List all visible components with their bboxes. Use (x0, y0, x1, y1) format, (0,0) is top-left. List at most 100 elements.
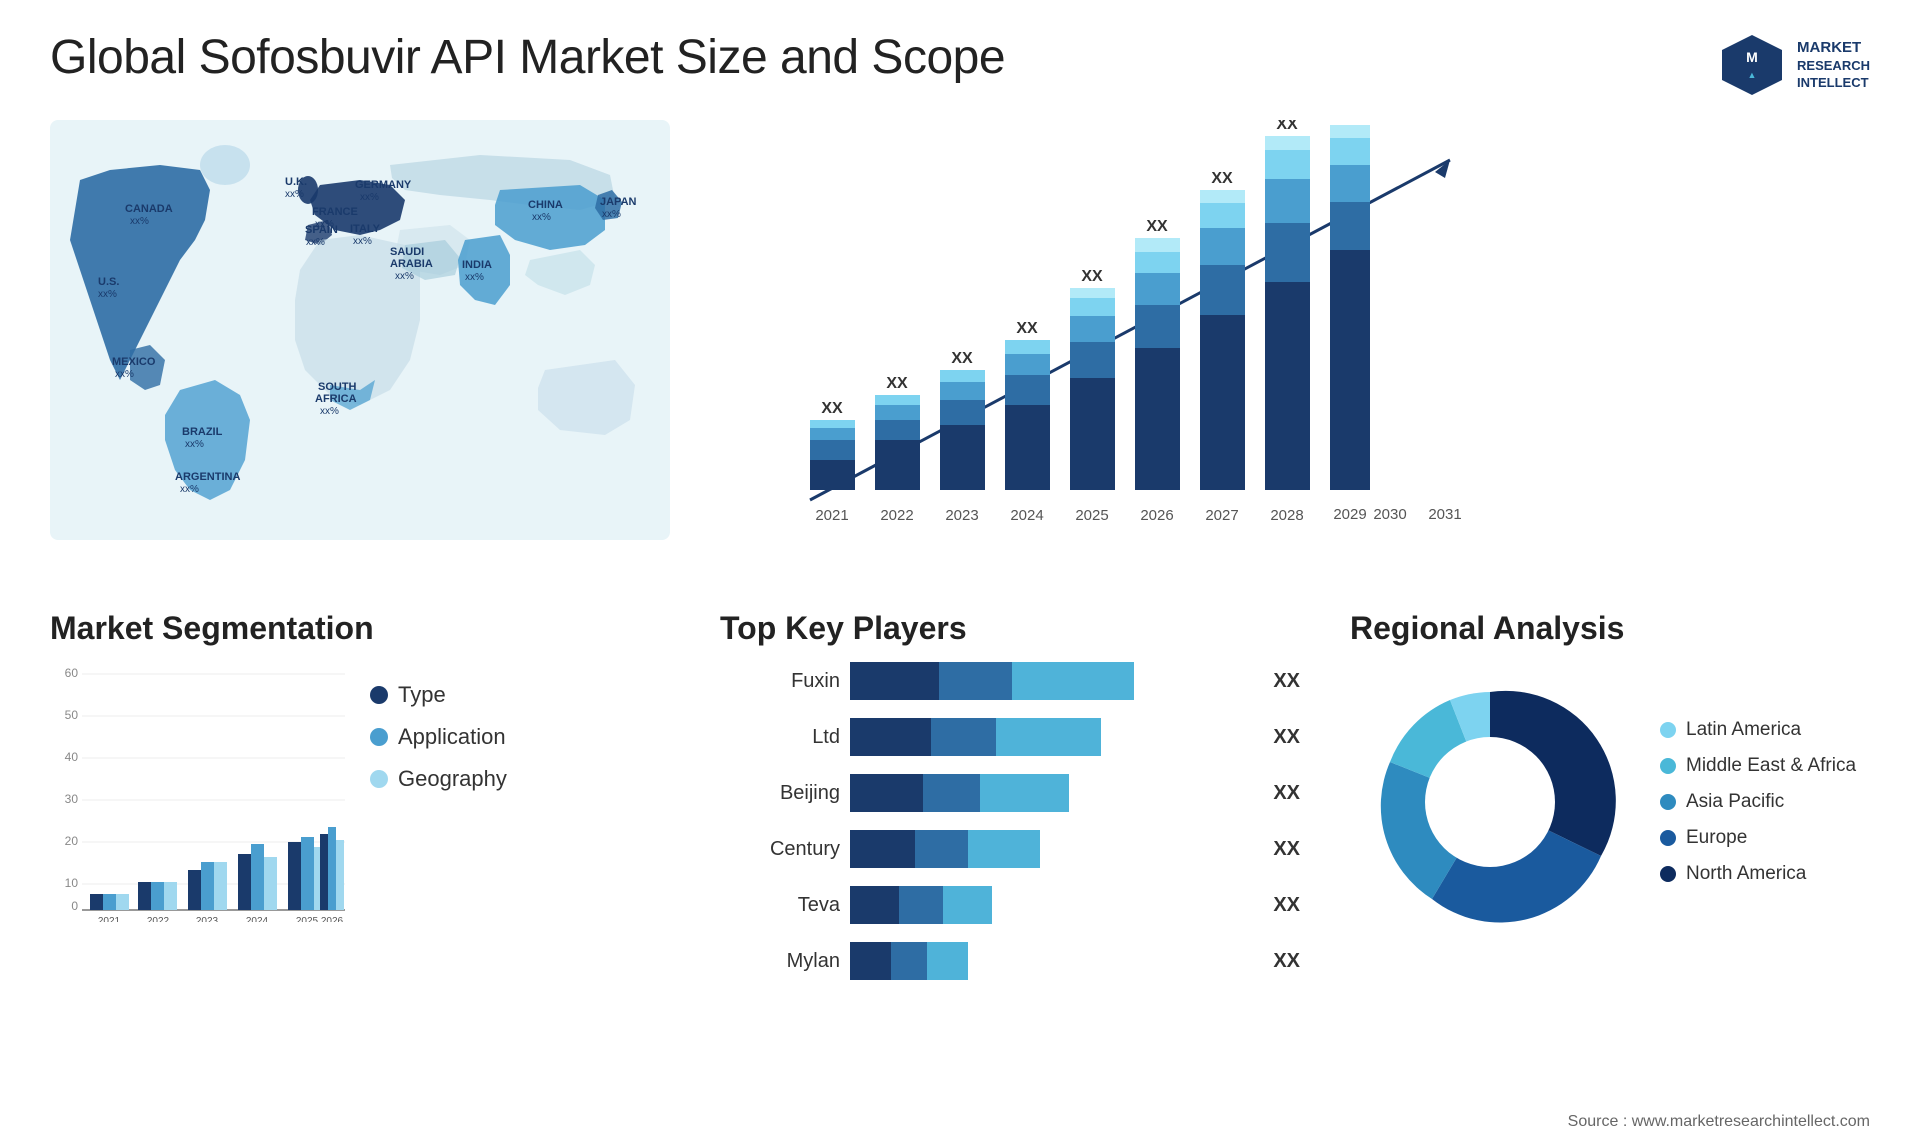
svg-text:xx%: xx% (130, 216, 149, 227)
svg-text:60: 60 (65, 666, 79, 680)
svg-text:XX: XX (1146, 218, 1168, 235)
svg-text:2021: 2021 (98, 916, 121, 922)
player-bar-century (850, 830, 1255, 868)
header: Global Sofosbuvir API Market Size and Sc… (0, 0, 1920, 120)
logo-icon: M ▲ (1717, 30, 1787, 100)
svg-text:2022: 2022 (880, 507, 913, 524)
donut-chart (1350, 662, 1630, 942)
svg-text:10: 10 (65, 876, 79, 890)
svg-text:XX: XX (1276, 120, 1298, 133)
svg-text:SOUTH: SOUTH (318, 381, 357, 393)
svg-text:BRAZIL: BRAZIL (182, 426, 223, 438)
bar-seg3 (1012, 662, 1134, 700)
bar-chart-svg: XX XX XX XX (730, 120, 1480, 540)
svg-text:XX: XX (886, 375, 908, 392)
svg-text:xx%: xx% (353, 236, 372, 247)
player-value-mylan: XX (1273, 950, 1300, 973)
bar-seg2 (939, 662, 1012, 700)
player-fuxin: Fuxin XX (730, 662, 1300, 700)
segmentation-chart: 60 50 40 30 20 10 0 (50, 662, 350, 922)
regional-legend: Latin America Middle East & Africa Asia … (1660, 719, 1856, 885)
player-value-ltd: XX (1273, 726, 1300, 749)
map-section: CANADA xx% U.S. xx% MEXICO xx% BRAZIL xx… (50, 120, 680, 580)
player-value-century: XX (1273, 838, 1300, 861)
segmentation-legend: Type Application Geography (370, 682, 507, 792)
players-title: Top Key Players (720, 610, 1310, 647)
legend-north-america: North America (1660, 863, 1856, 885)
player-bar-fuxin (850, 662, 1255, 700)
svg-text:xx%: xx% (98, 289, 117, 300)
svg-text:U.K.: U.K. (285, 176, 307, 188)
svg-text:▲: ▲ (1748, 70, 1757, 80)
player-name-beijing: Beijing (730, 782, 840, 805)
svg-text:XX: XX (1016, 320, 1038, 337)
player-value-fuxin: XX (1273, 670, 1300, 693)
svg-text:2025: 2025 (1075, 507, 1108, 524)
svg-text:CHINA: CHINA (528, 199, 563, 211)
svg-text:FRANCE: FRANCE (312, 206, 358, 218)
svg-text:SAUDI: SAUDI (390, 246, 424, 258)
type-dot (370, 686, 388, 704)
svg-text:U.S.: U.S. (98, 276, 119, 288)
europe-label: Europe (1686, 827, 1747, 849)
logo-text: MARKET RESEARCH INTELLECT (1797, 38, 1870, 91)
svg-text:xx%: xx% (180, 484, 199, 495)
europe-dot (1660, 830, 1676, 846)
regional-analysis-section: Regional Analysis (1350, 610, 1870, 998)
player-bar-mylan (850, 942, 1255, 980)
market-segmentation-section: Market Segmentation 60 50 40 30 20 10 0 (50, 610, 680, 998)
svg-text:GERMANY: GERMANY (355, 179, 412, 191)
latin-america-dot (1660, 722, 1676, 738)
application-dot (370, 728, 388, 746)
player-name-century: Century (730, 838, 840, 861)
svg-text:20: 20 (65, 834, 79, 848)
legend-europe: Europe (1660, 827, 1856, 849)
svg-text:xx%: xx% (395, 271, 414, 282)
svg-text:50: 50 (65, 708, 79, 722)
player-name-ltd: Ltd (730, 726, 840, 749)
svg-text:JAPAN: JAPAN (600, 196, 637, 208)
north-america-label: North America (1686, 863, 1806, 885)
svg-text:40: 40 (65, 750, 79, 764)
regional-content: Latin America Middle East & Africa Asia … (1350, 662, 1870, 942)
svg-text:xx%: xx% (532, 212, 551, 223)
svg-text:2024: 2024 (246, 916, 269, 922)
player-value-teva: XX (1273, 894, 1300, 917)
top-players-section: Top Key Players Fuxin XX Ltd (700, 610, 1330, 998)
svg-text:2027: 2027 (1205, 507, 1238, 524)
svg-text:2025: 2025 (296, 916, 319, 922)
player-name-mylan: Mylan (730, 950, 840, 973)
svg-text:XX: XX (821, 400, 843, 417)
legend-middle-east: Middle East & Africa (1660, 755, 1856, 777)
source-text: Source : www.marketresearchintellect.com (1568, 1113, 1870, 1131)
middle-east-label: Middle East & Africa (1686, 755, 1856, 777)
svg-text:2023: 2023 (945, 507, 978, 524)
logo-area: M ▲ MARKET RESEARCH INTELLECT (1717, 30, 1870, 100)
svg-text:XX: XX (1211, 170, 1233, 187)
bar-chart: XX XX XX XX (730, 120, 1870, 540)
svg-text:2030: 2030 (1373, 506, 1406, 523)
svg-text:MEXICO: MEXICO (112, 356, 156, 368)
type-label: Type (398, 682, 446, 708)
legend-geography: Geography (370, 766, 507, 792)
svg-text:2021: 2021 (815, 507, 848, 524)
svg-text:2026: 2026 (321, 916, 344, 922)
svg-text:xx%: xx% (360, 192, 379, 203)
svg-text:xx%: xx% (115, 369, 134, 380)
svg-text:INDIA: INDIA (462, 259, 492, 271)
application-label: Application (398, 724, 506, 750)
player-value-beijing: XX (1273, 782, 1300, 805)
svg-text:30: 30 (65, 792, 79, 806)
bar-chart-section: XX XX XX XX (700, 120, 1870, 580)
player-bar-ltd (850, 718, 1255, 756)
north-america-dot (1660, 866, 1676, 882)
asia-pacific-label: Asia Pacific (1686, 791, 1784, 813)
svg-text:ARABIA: ARABIA (390, 258, 433, 270)
legend-asia-pacific: Asia Pacific (1660, 791, 1856, 813)
player-bar-teva (850, 886, 1255, 924)
svg-text:2028: 2028 (1270, 507, 1303, 524)
legend-application: Application (370, 724, 507, 750)
player-beijing: Beijing XX (730, 774, 1300, 812)
player-teva: Teva XX (730, 886, 1300, 924)
svg-text:SPAIN: SPAIN (305, 224, 338, 236)
